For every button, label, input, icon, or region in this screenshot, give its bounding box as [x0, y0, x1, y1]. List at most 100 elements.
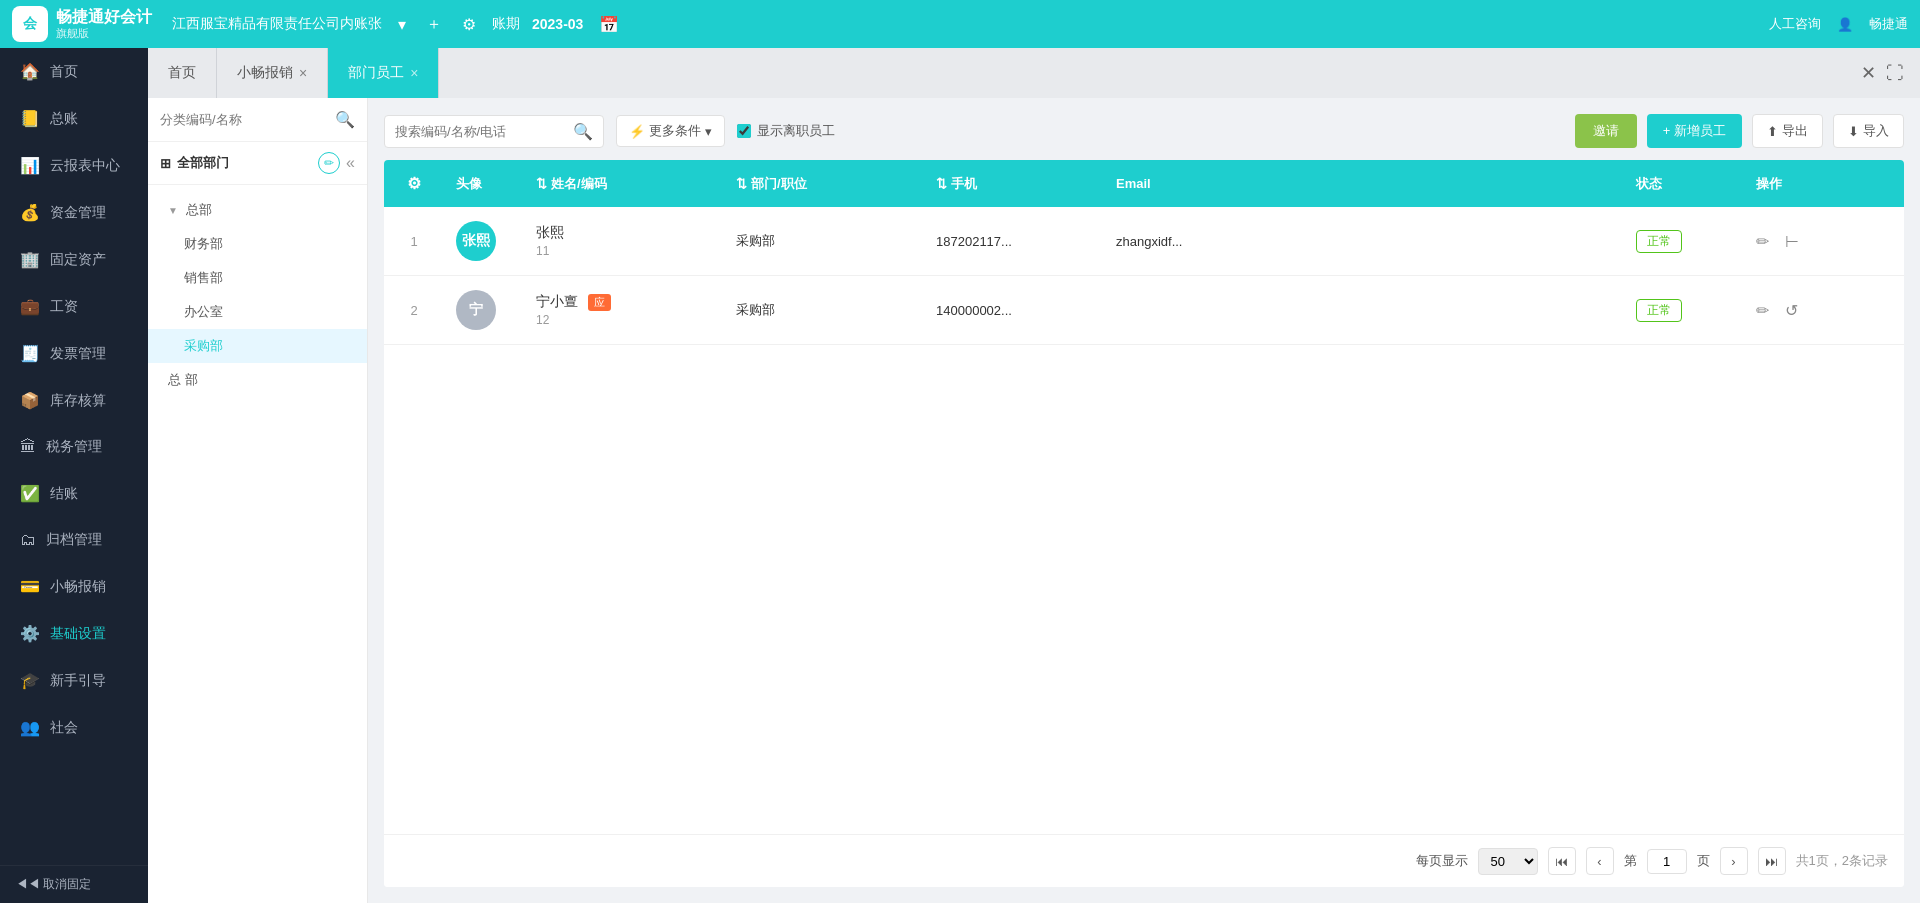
- sidebar-item-expense-label: 小畅报销: [50, 578, 106, 596]
- sidebar-item-salary-label: 工资: [50, 298, 78, 316]
- row-index-2: 2: [410, 303, 417, 318]
- name-code-1: 张熙 11: [536, 224, 564, 258]
- sidebar-item-expense[interactable]: 💳 小畅报销: [0, 563, 148, 610]
- sidebar-item-settings-label: 基础设置: [50, 625, 106, 643]
- calendar-icon[interactable]: 📅: [595, 11, 623, 38]
- company-dropdown-btn[interactable]: ▾: [394, 11, 410, 38]
- edit-icon-2[interactable]: ✏: [1756, 301, 1769, 320]
- cancel-pin-btn[interactable]: ◀◀ 取消固定: [0, 865, 148, 903]
- dept-edit-icon[interactable]: ✏: [318, 152, 340, 174]
- th-name[interactable]: ⇅ 姓名/编码: [524, 161, 724, 207]
- table-row: 2 宁 宁小亶 应 1: [384, 276, 1904, 345]
- logo-area: 会 畅捷通好会计 旗舰版: [12, 6, 160, 42]
- settings-icon[interactable]: ⚙: [458, 11, 480, 38]
- th-dept-sort-icon: ⇅: [736, 176, 747, 191]
- table-header: ⚙ 头像 ⇅ 姓名/编码 ⇅ 部门/职位: [384, 160, 1904, 207]
- employee-search-box[interactable]: 🔍: [384, 115, 604, 148]
- td-name-1: 张熙 11: [524, 210, 724, 272]
- th-phone-label: 手机: [951, 175, 977, 193]
- sidebar-item-close[interactable]: ✅ 结账: [0, 470, 148, 517]
- home-icon: 🏠: [20, 62, 40, 81]
- dept-header: ⊞ 全部部门 ✏ «: [148, 142, 367, 185]
- invite-btn[interactable]: 邀请: [1575, 114, 1637, 148]
- show-resign-checkbox[interactable]: [737, 124, 751, 138]
- edit-icon-1[interactable]: ✏: [1756, 232, 1769, 251]
- td-status-1: 正常: [1624, 216, 1744, 267]
- inventory-icon: 📦: [20, 391, 40, 410]
- page-input[interactable]: [1647, 849, 1687, 874]
- settings-th-icon[interactable]: ⚙: [407, 174, 421, 193]
- close-accounts-icon: ✅: [20, 484, 40, 503]
- sidebar-item-ledger[interactable]: 📒 总账: [0, 95, 148, 142]
- logout-icon-1[interactable]: ⊢: [1785, 232, 1799, 251]
- employee-search-input[interactable]: [395, 124, 567, 139]
- dept-search-icon[interactable]: 🔍: [335, 110, 355, 129]
- employee-table: ⚙ 头像 ⇅ 姓名/编码 ⇅ 部门/职位: [384, 160, 1904, 887]
- name-code-num-2: 12: [536, 313, 611, 327]
- dept-item-sales-label: 销售部: [184, 269, 223, 287]
- sidebar-item-invoice[interactable]: 🧾 发票管理: [0, 330, 148, 377]
- top-header: 会 畅捷通好会计 旗舰版 江西服宝精品有限责任公司内账张 ▾ ＋ ⚙ 账期 20…: [0, 0, 1920, 48]
- export-btn[interactable]: ⬆ 导出: [1752, 114, 1823, 148]
- sidebar-item-finance[interactable]: 💰 资金管理: [0, 189, 148, 236]
- import-btn[interactable]: ⬇ 导入: [1833, 114, 1904, 148]
- all-dept-label[interactable]: 全部部门: [177, 154, 229, 172]
- dept-item-purchase[interactable]: 采购部: [148, 329, 367, 363]
- all-dept-label-area: ⊞ 全部部门: [160, 154, 229, 172]
- avatar-2: 宁: [456, 290, 496, 330]
- close-window-icon[interactable]: ✕: [1861, 62, 1876, 84]
- sidebar-item-inventory[interactable]: 📦 库存核算: [0, 377, 148, 424]
- sidebar-item-social[interactable]: 👥 社会: [0, 704, 148, 751]
- sidebar-item-settings[interactable]: ⚙️ 基础设置: [0, 610, 148, 657]
- tab-expense-close[interactable]: ×: [299, 65, 307, 81]
- th-phone[interactable]: ⇅ 手机: [924, 161, 1104, 207]
- sidebar-item-invoice-label: 发票管理: [50, 345, 106, 363]
- sidebar-item-assets[interactable]: 🏢 固定资产: [0, 236, 148, 283]
- tab-employee[interactable]: 部门员工 ×: [328, 48, 439, 98]
- user-name: 畅捷通: [1869, 15, 1908, 33]
- prev-page-btn[interactable]: ‹: [1586, 847, 1614, 875]
- first-page-btn[interactable]: ⏮: [1548, 847, 1576, 875]
- dept-item-zongbu[interactable]: ▼ 总部: [148, 193, 367, 227]
- dept-item-zongbu-label: 总部: [186, 201, 212, 219]
- sidebar-item-guide[interactable]: 🎓 新手引导: [0, 657, 148, 704]
- dept-item-general[interactable]: 总 部: [148, 363, 367, 397]
- expand-window-icon[interactable]: ⛶: [1886, 63, 1904, 84]
- dept-item-office[interactable]: 办公室: [148, 295, 367, 329]
- dept-search-area: 🔍: [148, 98, 367, 142]
- dept-panel: 🔍 ⊞ 全部部门 ✏ « ▼ 总部: [148, 98, 368, 903]
- sidebar-item-reports[interactable]: 📊 云报表中心: [0, 142, 148, 189]
- logo-text-block: 畅捷通好会计 旗舰版: [56, 7, 152, 41]
- next-page-btn[interactable]: ›: [1720, 847, 1748, 875]
- sidebar-item-archive[interactable]: 🗂 归档管理: [0, 517, 148, 563]
- filter-btn[interactable]: ⚡ 更多条件 ▾: [616, 115, 725, 147]
- sidebar-item-tax-label: 税务管理: [46, 438, 102, 456]
- support-btn[interactable]: 人工咨询: [1769, 15, 1821, 33]
- logo-icon: 会: [12, 6, 48, 42]
- add-employee-btn[interactable]: + 新增员工: [1647, 114, 1742, 148]
- dept-item-sales[interactable]: 销售部: [148, 261, 367, 295]
- td-action-1: ✏ ⊢: [1744, 218, 1904, 265]
- td-email-1: zhangxidf...: [1104, 220, 1624, 263]
- tab-home[interactable]: 首页: [148, 48, 217, 98]
- per-page-select[interactable]: 50 20 100: [1478, 848, 1538, 875]
- finance-icon: 💰: [20, 203, 40, 222]
- th-dept[interactable]: ⇅ 部门/职位: [724, 161, 924, 207]
- dept-collapse-icon[interactable]: «: [346, 154, 355, 172]
- tab-expense[interactable]: 小畅报销 ×: [217, 48, 328, 98]
- sidebar-item-home[interactable]: 🏠 首页: [0, 48, 148, 95]
- dept-item-finance[interactable]: 财务部: [148, 227, 367, 261]
- dept-search-input[interactable]: [160, 112, 329, 127]
- td-name-2: 宁小亶 应 12: [524, 279, 724, 341]
- sidebar-item-salary[interactable]: 💼 工资: [0, 283, 148, 330]
- show-resign-label[interactable]: 显示离职员工: [737, 122, 835, 140]
- last-page-btn[interactable]: ⏭: [1758, 847, 1786, 875]
- add-company-btn[interactable]: ＋: [422, 10, 446, 39]
- tab-employee-close[interactable]: ×: [410, 65, 418, 81]
- sidebar-item-tax[interactable]: 🏛 税务管理: [0, 424, 148, 470]
- th-email: Email: [1104, 162, 1624, 205]
- employee-search-icon[interactable]: 🔍: [573, 122, 593, 141]
- settings-sidebar-icon: ⚙️: [20, 624, 40, 643]
- header-right: 人工咨询 👤 畅捷通: [1769, 15, 1908, 33]
- refresh-icon-2[interactable]: ↺: [1785, 301, 1798, 320]
